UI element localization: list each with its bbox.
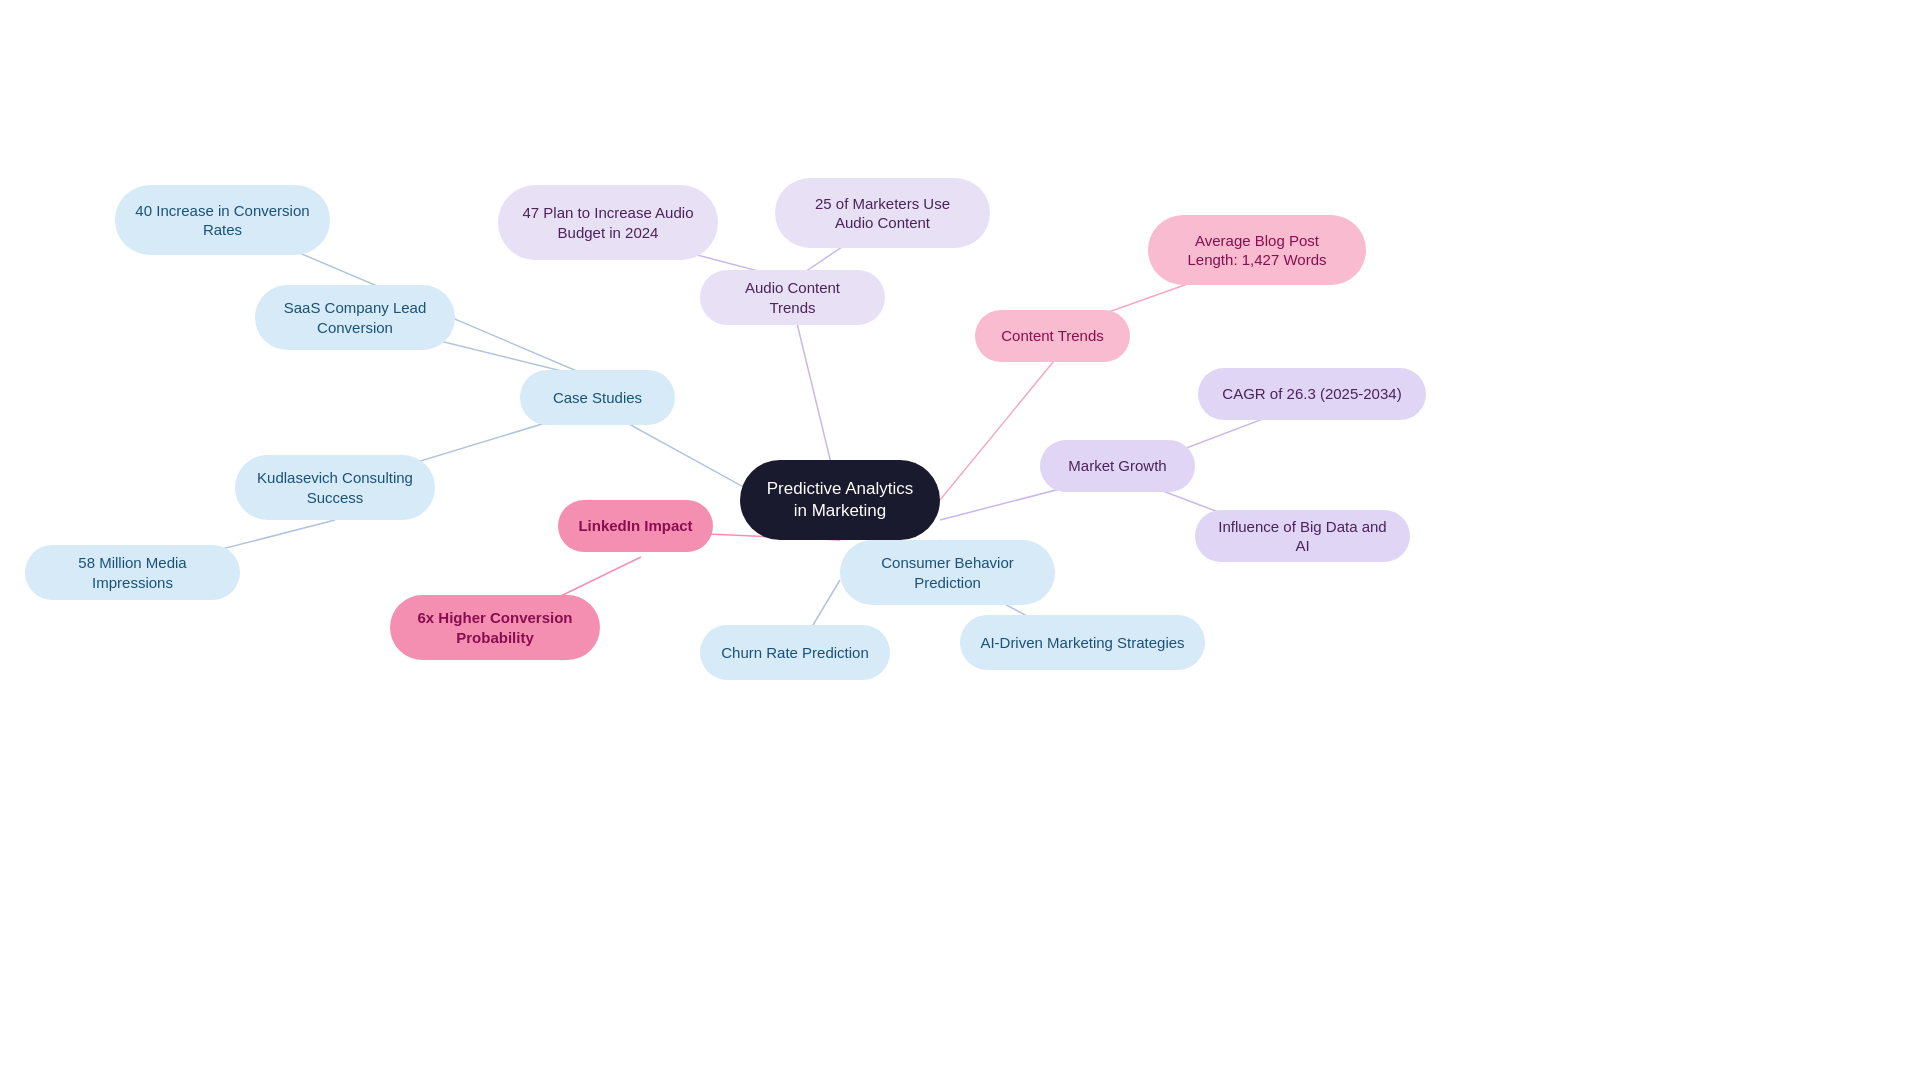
market-growth-node: Market Growth [1040, 440, 1195, 492]
cagr-node: CAGR of 26.3 (2025-2034) [1198, 368, 1426, 420]
consumer-behavior-node: Consumer Behavior Prediction [840, 540, 1055, 605]
svg-line-2 [940, 356, 1058, 500]
saas-lead-node: SaaS Company Lead Conversion [255, 285, 455, 350]
kudlasevich-node: Kudlasevich Consulting Success [235, 455, 435, 520]
case-studies-node: Case Studies [520, 370, 675, 425]
ai-driven-node: AI-Driven Marketing Strategies [960, 615, 1205, 670]
marketers-audio-node: 25 of Marketers Use Audio Content [775, 178, 990, 248]
linkedin-impact-node: LinkedIn Impact [558, 500, 713, 552]
plan-increase-audio-node: 47 Plan to Increase Audio Budget in 2024 [498, 185, 718, 260]
media-impressions-node: 58 Million Media Impressions [25, 545, 240, 600]
increase-conversion-node: 40 Increase in Conversion Rates [115, 185, 330, 255]
avg-blog-post-node: Average Blog Post Length: 1,427 Words [1148, 215, 1366, 285]
audio-content-trends-node: Audio Content Trends [700, 270, 885, 325]
influence-big-data-node: Influence of Big Data and AI [1195, 510, 1410, 562]
higher-conversion-node: 6x Higher Conversion Probability [390, 595, 600, 660]
center-node: Predictive Analytics in Marketing [740, 460, 940, 540]
content-trends-node: Content Trends [975, 310, 1130, 362]
churn-rate-node: Churn Rate Prediction [700, 625, 890, 680]
